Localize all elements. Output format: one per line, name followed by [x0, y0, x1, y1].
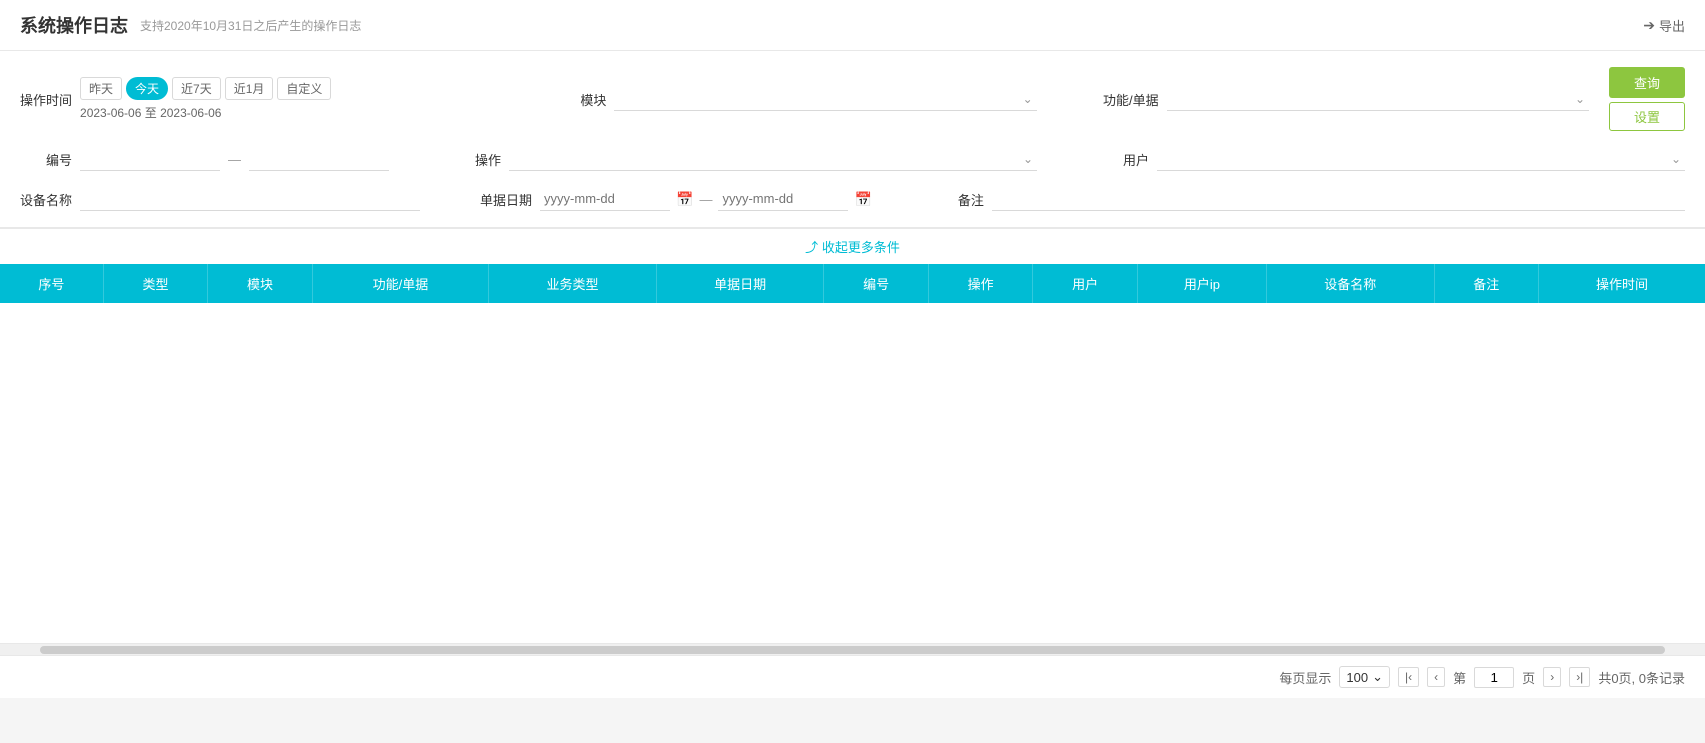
- table-section: 序号 类型 模块 功能/单据 业务类型 单据日期 编号 操作 用户 用户ip 设…: [0, 264, 1705, 643]
- page-size-arrow-icon: ⌄: [1372, 669, 1383, 685]
- operation-arrow-icon: ⌄: [1023, 152, 1033, 166]
- col-biz-type: 业务类型: [489, 264, 657, 303]
- remark-label: 备注: [932, 190, 992, 209]
- page-header: 系统操作日志 支持2020年10月31日之后产生的操作日志 ➔ 导出: [0, 0, 1705, 51]
- device-input[interactable]: [80, 187, 420, 211]
- col-func: 功能/单据: [312, 264, 488, 303]
- col-device: 设备名称: [1266, 264, 1434, 303]
- next-page-button[interactable]: ›: [1543, 667, 1561, 687]
- filter-row-2: 编号 — 操作 ⌄ 用户 ⌄: [20, 147, 1685, 171]
- page-size-select[interactable]: 100 ⌄: [1339, 666, 1390, 688]
- func-label: 功能/单据: [1097, 90, 1167, 109]
- time-filter-group: 昨天 今天 近7天 近1月 自定义 2023-06-06 至 2023-06-0…: [80, 77, 494, 121]
- page-label: 第: [1453, 668, 1466, 687]
- time-label: 操作时间: [20, 90, 80, 109]
- col-user-ip: 用户ip: [1137, 264, 1266, 303]
- col-operation: 操作: [928, 264, 1032, 303]
- col-doc-date: 单据日期: [656, 264, 824, 303]
- page-subtitle: 支持2020年10月31日之后产生的操作日志: [140, 17, 361, 34]
- func-select[interactable]: ⌄: [1167, 88, 1589, 111]
- col-user: 用户: [1033, 264, 1137, 303]
- time-btn-yesterday[interactable]: 昨天: [80, 77, 122, 100]
- number-input-end[interactable]: [249, 147, 389, 171]
- number-dash: —: [228, 152, 241, 167]
- data-table: 序号 类型 模块 功能/单据 业务类型 单据日期 编号 操作 用户 用户ip 设…: [0, 264, 1705, 303]
- empty-area: [0, 303, 1705, 643]
- time-btn-today[interactable]: 今天: [126, 77, 168, 100]
- settings-button[interactable]: 设置: [1609, 102, 1685, 131]
- prev-page-button[interactable]: ‹: [1427, 667, 1445, 687]
- module-select[interactable]: ⌄: [614, 88, 1036, 111]
- action-buttons: 查询 设置: [1609, 67, 1685, 131]
- collapse-bar[interactable]: ⤴ 收起更多条件: [0, 228, 1705, 264]
- operation-select[interactable]: ⌄: [509, 148, 1037, 171]
- time-buttons: 昨天 今天 近7天 近1月 自定义: [80, 77, 494, 100]
- col-remark: 备注: [1434, 264, 1538, 303]
- col-type: 类型: [103, 264, 207, 303]
- filter-row-3: 设备名称 单据日期 📅 — 📅 备注: [20, 187, 1685, 211]
- time-btn-1month[interactable]: 近1月: [225, 77, 274, 100]
- device-label: 设备名称: [20, 190, 80, 209]
- collapse-label: 收起更多条件: [822, 240, 900, 255]
- func-arrow-icon: ⌄: [1575, 92, 1585, 106]
- operation-label: 操作: [449, 150, 509, 169]
- user-select[interactable]: ⌄: [1157, 148, 1685, 171]
- page-size-label: 每页显示: [1279, 668, 1331, 687]
- module-arrow-icon: ⌄: [1023, 92, 1033, 106]
- page-unit: 页: [1522, 668, 1535, 687]
- pagination-bar: 每页显示 100 ⌄ |‹ ‹ 第 页 › ›| 共0页, 0条记录: [0, 655, 1705, 698]
- page-size-value: 100: [1346, 670, 1368, 685]
- scrollbar-thumb[interactable]: [40, 646, 1665, 654]
- last-page-button[interactable]: ›|: [1569, 667, 1590, 687]
- export-button[interactable]: ➔ 导出: [1643, 16, 1685, 35]
- total-info: 共0页, 0条记录: [1598, 668, 1685, 687]
- col-number: 编号: [824, 264, 928, 303]
- remark-input[interactable]: [992, 187, 1685, 211]
- time-btn-custom[interactable]: 自定义: [277, 77, 331, 100]
- user-arrow-icon: ⌄: [1671, 152, 1681, 166]
- time-range-display: 2023-06-06 至 2023-06-06: [80, 104, 494, 121]
- collapse-icon: ⤴: [805, 240, 818, 255]
- col-op-time: 操作时间: [1539, 264, 1705, 303]
- export-icon: ➔: [1643, 17, 1655, 34]
- scrollbar-area[interactable]: [0, 643, 1705, 655]
- date-start-input[interactable]: [540, 187, 670, 211]
- user-label: 用户: [1097, 150, 1157, 169]
- number-label: 编号: [20, 150, 80, 169]
- number-input-start[interactable]: [80, 147, 220, 171]
- calendar-end-icon[interactable]: 📅: [854, 191, 871, 208]
- col-index: 序号: [0, 264, 103, 303]
- calendar-start-icon[interactable]: 📅: [676, 191, 693, 208]
- date-label: 单据日期: [480, 190, 540, 209]
- date-end-input[interactable]: [718, 187, 848, 211]
- page-title: 系统操作日志: [20, 12, 128, 38]
- filter-row-1: 操作时间 昨天 今天 近7天 近1月 自定义 2023-06-06 至 2023…: [20, 67, 1685, 131]
- query-button[interactable]: 查询: [1609, 67, 1685, 98]
- time-btn-7days[interactable]: 近7天: [172, 77, 221, 100]
- table-header-row: 序号 类型 模块 功能/单据 业务类型 单据日期 编号 操作 用户 用户ip 设…: [0, 264, 1705, 303]
- page-number-input[interactable]: [1474, 667, 1514, 688]
- module-label: 模块: [554, 90, 614, 109]
- first-page-button[interactable]: |‹: [1398, 667, 1419, 687]
- filter-section: 操作时间 昨天 今天 近7天 近1月 自定义 2023-06-06 至 2023…: [0, 51, 1705, 228]
- date-dash: —: [699, 192, 712, 207]
- col-module: 模块: [208, 264, 312, 303]
- table-header: 序号 类型 模块 功能/单据 业务类型 单据日期 编号 操作 用户 用户ip 设…: [0, 264, 1705, 303]
